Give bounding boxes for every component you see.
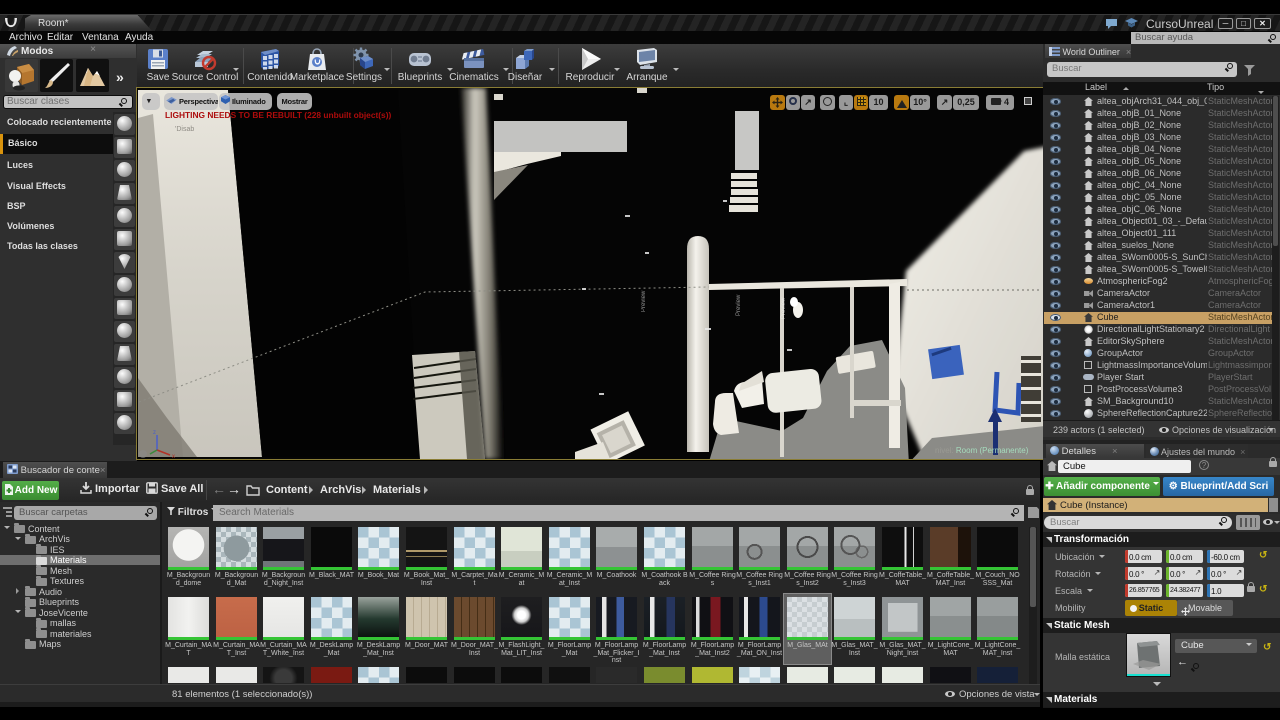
svg-text:Preview: Preview	[736, 294, 742, 316]
svg-text:Preview: Preview	[641, 290, 647, 312]
svg-text:z: z	[153, 430, 156, 436]
svg-text:Preview: Preview	[781, 297, 787, 319]
svg-text:nivel: Room (Permanente): nivel: Room (Permanente)	[935, 446, 1029, 455]
svg-text:'Disab: 'Disab	[175, 126, 194, 133]
svg-text:LIGHTING NEEDS TO BE REBUILT (: LIGHTING NEEDS TO BE REBUILT (228 unbuil…	[165, 110, 391, 120]
